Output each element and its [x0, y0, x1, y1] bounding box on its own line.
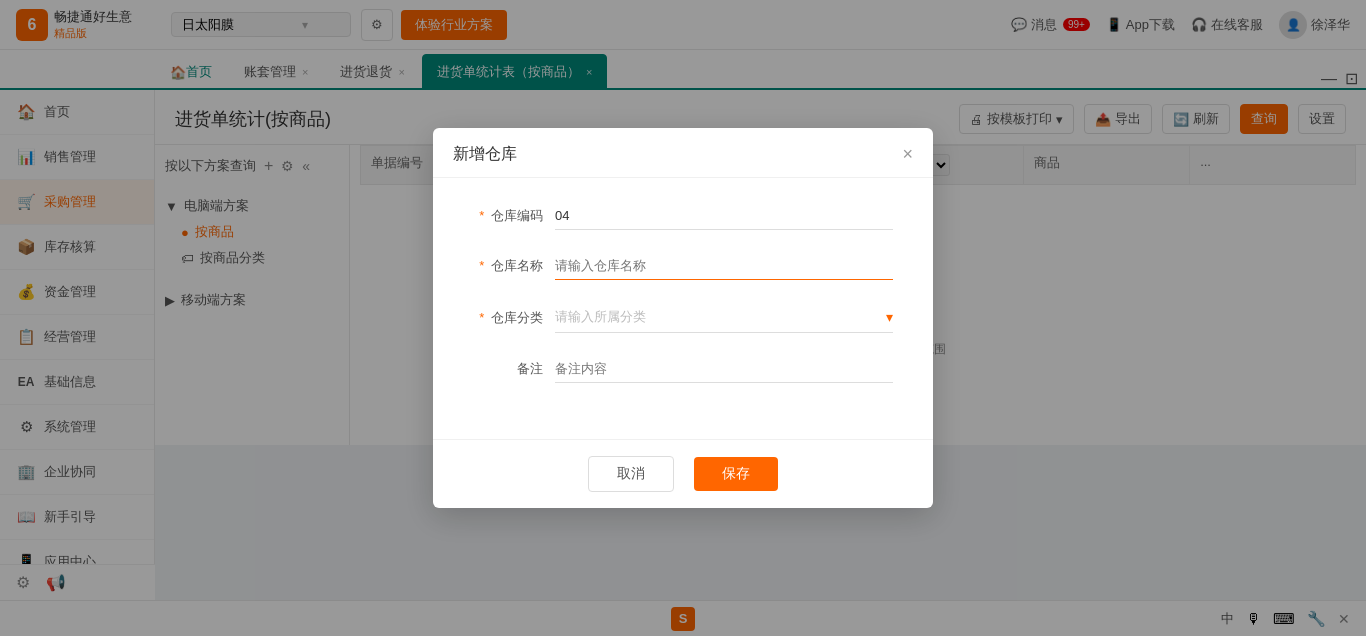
modal-overlay: 新增仓库 × 仓库编码 仓库名称 仓库分类 [0, 0, 1366, 636]
warehouse-category-label: 仓库分类 [473, 309, 543, 327]
warehouse-category-select[interactable]: 请输入所属分类 ▾ [555, 302, 893, 333]
modal-body: 仓库编码 仓库名称 仓库分类 请输入所属分类 ▾ [433, 178, 933, 439]
warehouse-code-input[interactable] [555, 202, 893, 230]
warehouse-name-label: 仓库名称 [473, 257, 543, 275]
modal-footer: 取消 保存 [433, 439, 933, 508]
save-button[interactable]: 保存 [694, 457, 778, 491]
modal-close-button[interactable]: × [902, 144, 913, 165]
remark-label: 备注 [473, 360, 543, 378]
category-dropdown-arrow: ▾ [886, 309, 893, 325]
form-row-category: 仓库分类 请输入所属分类 ▾ [473, 302, 893, 333]
form-row-remark: 备注 [473, 355, 893, 383]
modal-title: 新增仓库 [453, 144, 517, 165]
remark-input[interactable] [555, 355, 893, 383]
form-row-code: 仓库编码 [473, 202, 893, 230]
add-warehouse-modal: 新增仓库 × 仓库编码 仓库名称 仓库分类 [433, 128, 933, 508]
warehouse-name-input[interactable] [555, 252, 893, 280]
warehouse-code-label: 仓库编码 [473, 207, 543, 225]
cancel-button[interactable]: 取消 [588, 456, 674, 492]
modal-header: 新增仓库 × [433, 128, 933, 178]
form-row-name: 仓库名称 [473, 252, 893, 280]
